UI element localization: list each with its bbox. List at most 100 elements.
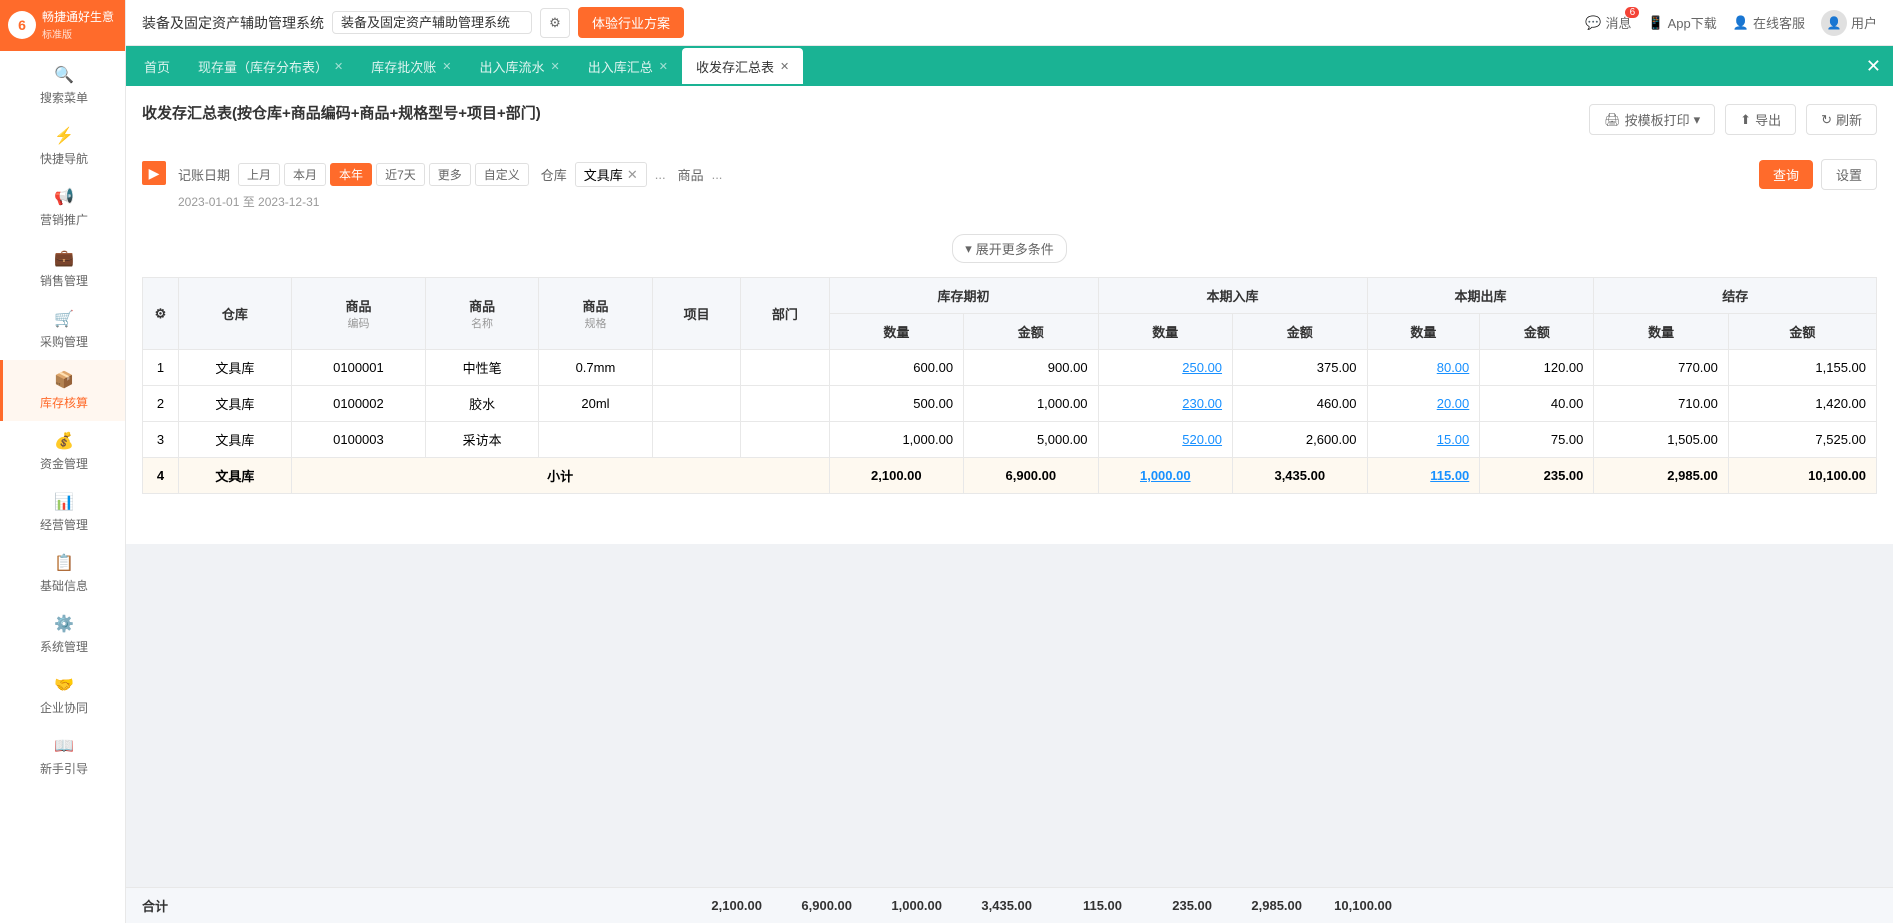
- row-in-qty[interactable]: 250.00: [1098, 350, 1232, 386]
- sidebar-item-quicknav[interactable]: ⚡ 快捷导航: [0, 116, 125, 177]
- subtotal-closing-amt: 10,100.00: [1728, 458, 1876, 494]
- tab-close-icon[interactable]: ✕: [659, 60, 668, 73]
- chevron-down-icon: ▾: [1694, 112, 1701, 128]
- tab-home[interactable]: 首页: [130, 48, 184, 84]
- main-content: 收发存汇总表(按仓库+商品编码+商品+规格型号+项目+部门) 🖨 按模板打印 ▾…: [126, 86, 1893, 923]
- subtotal-out-amt: 235.00: [1480, 458, 1594, 494]
- date-filter-section: 记账日期 上月 本月 本年 近7天 更多 自定义: [178, 163, 529, 186]
- export-button[interactable]: ⬆ 导出: [1725, 104, 1796, 135]
- row-code: 0100002: [291, 386, 426, 422]
- goods-label: 商品: [678, 165, 704, 184]
- sidebar-item-guide[interactable]: 📖 新手引导: [0, 726, 125, 787]
- online-support-button[interactable]: 👤 在线客服: [1733, 13, 1805, 32]
- sidebar: 6 畅捷通好生意 标准版 🔍 搜索菜单 ⚡ 快捷导航 📢 营销推广 💼 销售管理…: [0, 0, 126, 923]
- filter-toggle-button[interactable]: ▶: [142, 161, 166, 185]
- system-select[interactable]: 装备及固定资产辅助管理系统: [332, 11, 532, 34]
- tab-close-icon[interactable]: ✕: [551, 60, 560, 73]
- row-out-amt: 40.00: [1480, 386, 1594, 422]
- topbar-system-title: 装备及固定资产辅助管理系统: [142, 13, 324, 33]
- date-btn-more[interactable]: 更多: [429, 163, 471, 186]
- tab-batch[interactable]: 库存批次账 ✕: [357, 48, 465, 84]
- tab-close-icon[interactable]: ✕: [442, 60, 451, 73]
- row-in-amt: 2,600.00: [1233, 422, 1367, 458]
- query-button[interactable]: 查询: [1759, 160, 1813, 189]
- row-index: 3: [143, 422, 179, 458]
- subtotal-row: 4 文具库 小计 2,100.00 6,900.00 1,000.00 3,43…: [143, 458, 1877, 494]
- row-warehouse: 文具库: [179, 386, 292, 422]
- sidebar-item-label: 新手引导: [40, 760, 88, 777]
- sidebar-item-sales[interactable]: 💼 销售管理: [0, 238, 125, 299]
- th-out-amt: 金额: [1480, 314, 1594, 350]
- sidebar-logo: 6 畅捷通好生意 标准版: [0, 0, 125, 51]
- row-closing-amt: 1,155.00: [1728, 350, 1876, 386]
- date-btn-7days[interactable]: 近7天: [376, 163, 425, 186]
- sidebar-item-label: 库存核算: [40, 394, 88, 411]
- tab-inventory-dist[interactable]: 现存量（库存分布表） ✕: [184, 48, 357, 84]
- row-project: [652, 350, 740, 386]
- sidebar-item-label: 销售管理: [40, 272, 88, 289]
- trial-button[interactable]: 体验行业方案: [578, 7, 684, 38]
- warehouse-more[interactable]: ...: [655, 167, 666, 182]
- sidebar-item-purchase[interactable]: 🛒 采购管理: [0, 299, 125, 360]
- row-out-qty[interactable]: 15.00: [1367, 422, 1480, 458]
- sidebar-item-label: 资金管理: [40, 455, 88, 472]
- date-btn-lastmonth[interactable]: 上月: [238, 163, 280, 186]
- subtotal-in-qty[interactable]: 1,000.00: [1098, 458, 1232, 494]
- warehouse-tag-remove[interactable]: ✕: [627, 167, 638, 183]
- th-opening-qty: 数量: [829, 314, 963, 350]
- user-button[interactable]: 👤 用户: [1821, 10, 1877, 36]
- sidebar-item-base[interactable]: 📋 基础信息: [0, 543, 125, 604]
- tabs-bar: 首页 现存量（库存分布表） ✕ 库存批次账 ✕ 出入库流水 ✕ 出入库汇总 ✕ …: [126, 46, 1893, 86]
- tab-inout-flow[interactable]: 出入库流水 ✕: [465, 48, 573, 84]
- sidebar-item-operations[interactable]: 📊 经营管理: [0, 482, 125, 543]
- date-btn-thismonth[interactable]: 本月: [284, 163, 326, 186]
- sidebar-item-search[interactable]: 🔍 搜索菜单: [0, 55, 125, 116]
- data-table: ⚙ 仓库 商品编码 商品名称 商品规格 项目 部门 库存期初 本期入库 本期出库…: [142, 277, 1877, 494]
- date-btn-custom[interactable]: 自定义: [475, 163, 529, 186]
- logo-sub: 标准版: [42, 26, 114, 41]
- notification-button[interactable]: 💬 消息 6: [1585, 13, 1631, 32]
- export-icon: ⬆: [1740, 112, 1751, 128]
- settings-button[interactable]: ⚙: [540, 8, 570, 38]
- tab-receive-summary[interactable]: 收发存汇总表 ✕: [682, 48, 803, 84]
- row-dept: [741, 422, 829, 458]
- row-out-qty[interactable]: 80.00: [1367, 350, 1480, 386]
- sidebar-item-collab[interactable]: 🤝 企业协同: [0, 665, 125, 726]
- marketing-icon: 📢: [54, 187, 74, 207]
- refresh-button[interactable]: ↻ 刷新: [1806, 104, 1877, 135]
- th-warehouse: 仓库: [179, 278, 292, 350]
- download-icon: 📱: [1647, 15, 1663, 31]
- sidebar-item-label: 采购管理: [40, 333, 88, 350]
- topbar: 装备及固定资产辅助管理系统 装备及固定资产辅助管理系统 ⚙ 体验行业方案 💬 消…: [126, 0, 1893, 46]
- sidebar-menu: 🔍 搜索菜单 ⚡ 快捷导航 📢 营销推广 💼 销售管理 🛒 采购管理 📦 库存核…: [0, 51, 125, 923]
- row-in-qty[interactable]: 230.00: [1098, 386, 1232, 422]
- app-download-button[interactable]: 📱 App下载: [1647, 13, 1716, 32]
- goods-more[interactable]: ...: [712, 167, 723, 182]
- date-buttons: 上月 本月 本年 近7天 更多 自定义: [238, 163, 529, 186]
- sidebar-item-system[interactable]: ⚙️ 系统管理: [0, 604, 125, 665]
- th-spec: 商品规格: [538, 278, 652, 350]
- row-opening-qty: 1,000.00: [829, 422, 963, 458]
- expand-conditions-button[interactable]: ▾ 展开更多条件: [952, 234, 1067, 263]
- filter-settings-button[interactable]: 设置: [1821, 159, 1877, 190]
- sidebar-item-marketing[interactable]: 📢 营销推广: [0, 177, 125, 238]
- total-in-amt: 3,435.00: [952, 898, 1042, 913]
- expand-row: ▾ 展开更多条件: [142, 228, 1877, 269]
- row-out-amt: 120.00: [1480, 350, 1594, 386]
- sidebar-item-finance[interactable]: 💰 资金管理: [0, 421, 125, 482]
- subtotal-out-qty[interactable]: 115.00: [1367, 458, 1480, 494]
- tab-inout-summary[interactable]: 出入库汇总 ✕: [574, 48, 682, 84]
- total-closing-amt: 10,100.00: [1312, 898, 1402, 913]
- table-row: 2 文具库 0100002 胶水 20ml 500.00 1,000.00 23…: [143, 386, 1877, 422]
- print-button[interactable]: 🖨 按模板打印 ▾: [1589, 104, 1715, 135]
- row-in-qty[interactable]: 520.00: [1098, 422, 1232, 458]
- close-all-tabs-button[interactable]: ✕: [1858, 56, 1889, 77]
- row-out-qty[interactable]: 20.00: [1367, 386, 1480, 422]
- date-btn-thisyear[interactable]: 本年: [330, 163, 372, 186]
- sidebar-item-label: 营销推广: [40, 211, 88, 228]
- sidebar-item-inventory[interactable]: 📦 库存核算: [0, 360, 125, 421]
- row-spec: 0.7mm: [538, 350, 652, 386]
- support-icon: 👤: [1733, 15, 1749, 31]
- tab-close-icon[interactable]: ✕: [780, 60, 789, 73]
- tab-close-icon[interactable]: ✕: [334, 60, 343, 73]
